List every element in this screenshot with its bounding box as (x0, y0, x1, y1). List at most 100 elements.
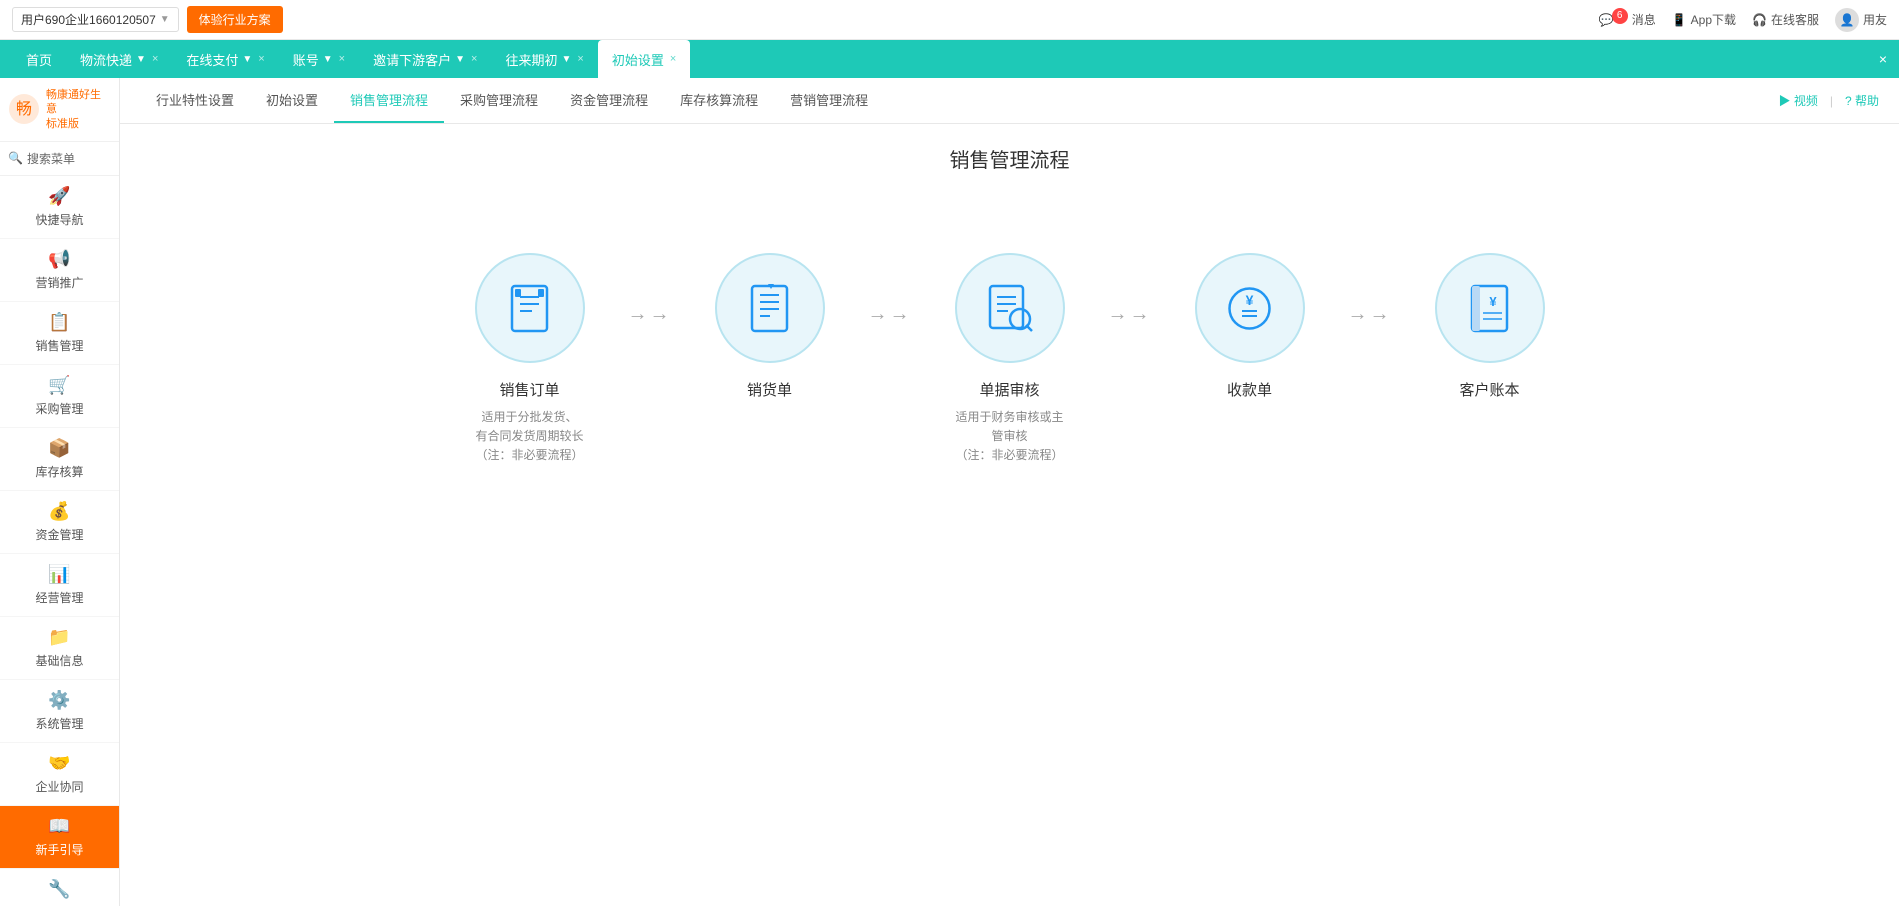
arrow-icon: →→ (868, 303, 912, 326)
flow-step-receipt: ¥ 收款单 (1160, 253, 1340, 408)
wrench-icon: 🔧 (48, 879, 70, 900)
arrow-icon: →→ (1348, 303, 1392, 326)
subtab-industry[interactable]: 行业特性设置 (140, 78, 250, 123)
page-title: 销售管理流程 (140, 144, 1879, 173)
search-icon: 🔍 (8, 151, 23, 165)
subtab-purchase-flow[interactable]: 采购管理流程 (444, 78, 554, 123)
sidebar-item-label: 系统管理 (35, 715, 83, 732)
sidebar-item-guide[interactable]: 📖 新手引导 (0, 806, 119, 869)
flow-diagram: 销售订单 适用于分批发货、有合同发货周期较长（注：非必要流程） →→ (140, 233, 1879, 486)
tab-account[interactable]: 账号 ▼ × (279, 40, 359, 78)
sidebar-item-label: 快捷导航 (35, 211, 83, 228)
avatar: 👤 (1835, 8, 1859, 32)
online-service-button[interactable]: 🎧 在线客服 (1752, 11, 1819, 28)
sidebar-item-label: 销售管理 (35, 337, 83, 354)
user-selector[interactable]: 用户690企业1660120507 ▼ (12, 7, 179, 32)
close-all-tabs-button[interactable]: × (1879, 51, 1887, 67)
box-icon: 📦 (48, 438, 70, 459)
user-avatar-button[interactable]: 👤 用友 (1835, 8, 1887, 32)
subtab-inventory-flow[interactable]: 库存核算流程 (664, 78, 774, 123)
app-download-button[interactable]: 📱 App下载 (1672, 11, 1736, 28)
chevron-down-icon: ▼ (323, 54, 333, 65)
tab-period[interactable]: 往来期初 ▼ × (491, 40, 597, 78)
flow-arrow-3: →→ (1100, 253, 1160, 326)
sidebar-item-purchase[interactable]: 🛒 采购管理 (0, 365, 119, 428)
page-content: 销售管理流程 销售订单 (120, 124, 1899, 906)
message-label: 消息 (1632, 11, 1656, 28)
step-name: 收款单 (1227, 379, 1272, 400)
sidebar-item-apps[interactable]: 🔧 应用中心 (0, 869, 119, 906)
sidebar-item-operations[interactable]: 📊 经营管理 (0, 554, 119, 617)
sidebar-item-label: 营销推广 (35, 274, 83, 291)
close-tab-icon[interactable]: × (258, 53, 264, 65)
flow-arrow-2: →→ (860, 253, 920, 326)
sidebar-logo: 畅 畅康通好生意 标准版 (0, 78, 119, 142)
service-label: 在线客服 (1771, 11, 1819, 28)
subtab-sales-flow[interactable]: 销售管理流程 (334, 78, 444, 123)
sub-tabs: 行业特性设置 初始设置 销售管理流程 采购管理流程 资金管理流程 库存核算流程 … (120, 78, 1899, 124)
arrow-icon: →→ (1108, 303, 1152, 326)
step-name: 客户账本 (1459, 379, 1519, 400)
sidebar-item-label: 库存核算 (35, 463, 83, 480)
sidebar-item-enterprise[interactable]: 🤝 企业协同 (0, 743, 119, 806)
close-tab-icon[interactable]: × (670, 53, 676, 65)
account-book-icon: ¥ (1435, 253, 1545, 363)
chevron-down-icon: ▼ (136, 54, 146, 65)
message-badge: 6 (1612, 8, 1628, 24)
flow-arrow-1: →→ (620, 253, 680, 326)
tab-logistics[interactable]: 物流快递 ▼ × (66, 40, 172, 78)
close-tab-icon[interactable]: × (152, 53, 158, 65)
content-area: 行业特性设置 初始设置 销售管理流程 采购管理流程 资金管理流程 库存核算流程 … (120, 78, 1899, 906)
main-layout: 畅 畅康通好生意 标准版 🔍 搜索菜单 🚀 快捷导航 📢 营销推广 📋 销售管理… (0, 78, 1899, 906)
subtab-marketing-flow[interactable]: 营销管理流程 (774, 78, 884, 123)
folder-icon: 📁 (48, 627, 70, 648)
sidebar-item-finance[interactable]: 💰 资金管理 (0, 491, 119, 554)
sales-order-icon (475, 253, 585, 363)
tab-home[interactable]: 首页 (12, 40, 66, 78)
help-button[interactable]: ? 帮助 (1845, 92, 1879, 109)
sidebar-item-marketing[interactable]: 📢 营销推广 (0, 239, 119, 302)
subtab-finance-flow[interactable]: 资金管理流程 (554, 78, 664, 123)
sidebar-item-basic-info[interactable]: 📁 基础信息 (0, 617, 119, 680)
try-solution-button[interactable]: 体验行业方案 (187, 6, 283, 33)
cart-icon: 🛒 (48, 375, 70, 396)
mobile-icon: 📱 (1672, 13, 1687, 27)
sidebar-item-label: 企业协同 (35, 778, 83, 795)
nav-tabs: 首页 物流快递 ▼ × 在线支付 ▼ × 账号 ▼ × 邀请下游客户 ▼ × 往… (0, 40, 1899, 78)
video-button[interactable]: ▶ 视频 (1778, 92, 1817, 109)
logo-icon: 畅 (8, 93, 40, 125)
sidebar-item-sales[interactable]: 📋 销售管理 (0, 302, 119, 365)
tab-payment[interactable]: 在线支付 ▼ × (172, 40, 278, 78)
step-name: 销售订单 (499, 379, 559, 400)
gear-icon: ⚙️ (48, 690, 70, 711)
arrow-icon: →→ (628, 303, 672, 326)
tab-init-settings[interactable]: 初始设置 × (598, 40, 690, 78)
close-tab-icon[interactable]: × (471, 53, 477, 65)
close-tab-icon[interactable]: × (339, 53, 345, 65)
message-button[interactable]: 💬 6 消息 (1599, 11, 1656, 28)
chevron-down-icon: ▼ (242, 54, 252, 65)
chart-icon: 📊 (48, 564, 70, 585)
user-label: 用户690企业1660120507 (21, 11, 156, 28)
chevron-down-icon: ▼ (561, 54, 571, 65)
flow-step-account-book: ¥ 客户账本 (1400, 253, 1580, 408)
clipboard-icon: 📋 (48, 312, 70, 333)
headset-icon: 🎧 (1752, 13, 1767, 27)
close-tab-icon[interactable]: × (577, 53, 583, 65)
svg-text:¥: ¥ (1246, 292, 1254, 308)
flow-step-review: 单据审核 适用于财务审核或主管审核（注：非必要流程） (920, 253, 1100, 466)
search-label: 搜索菜单 (27, 150, 75, 167)
sidebar-search-button[interactable]: 🔍 搜索菜单 (0, 142, 119, 176)
subtab-init[interactable]: 初始设置 (250, 78, 334, 123)
step-desc: 适用于分批发货、有合同发货周期较长（注：非必要流程） (475, 408, 583, 466)
sidebar-item-label: 经营管理 (35, 589, 83, 606)
tab-invite[interactable]: 邀请下游客户 ▼ × (359, 40, 491, 78)
step-name: 单据审核 (979, 379, 1039, 400)
top-bar-left: 用户690企业1660120507 ▼ 体验行业方案 (12, 6, 283, 33)
rocket-icon: 🚀 (48, 186, 70, 207)
sidebar-item-quick-nav[interactable]: 🚀 快捷导航 (0, 176, 119, 239)
sidebar-item-inventory[interactable]: 📦 库存核算 (0, 428, 119, 491)
megaphone-icon: 📢 (48, 249, 70, 270)
sidebar-item-system[interactable]: ⚙️ 系统管理 (0, 680, 119, 743)
svg-text:¥: ¥ (1489, 294, 1497, 309)
